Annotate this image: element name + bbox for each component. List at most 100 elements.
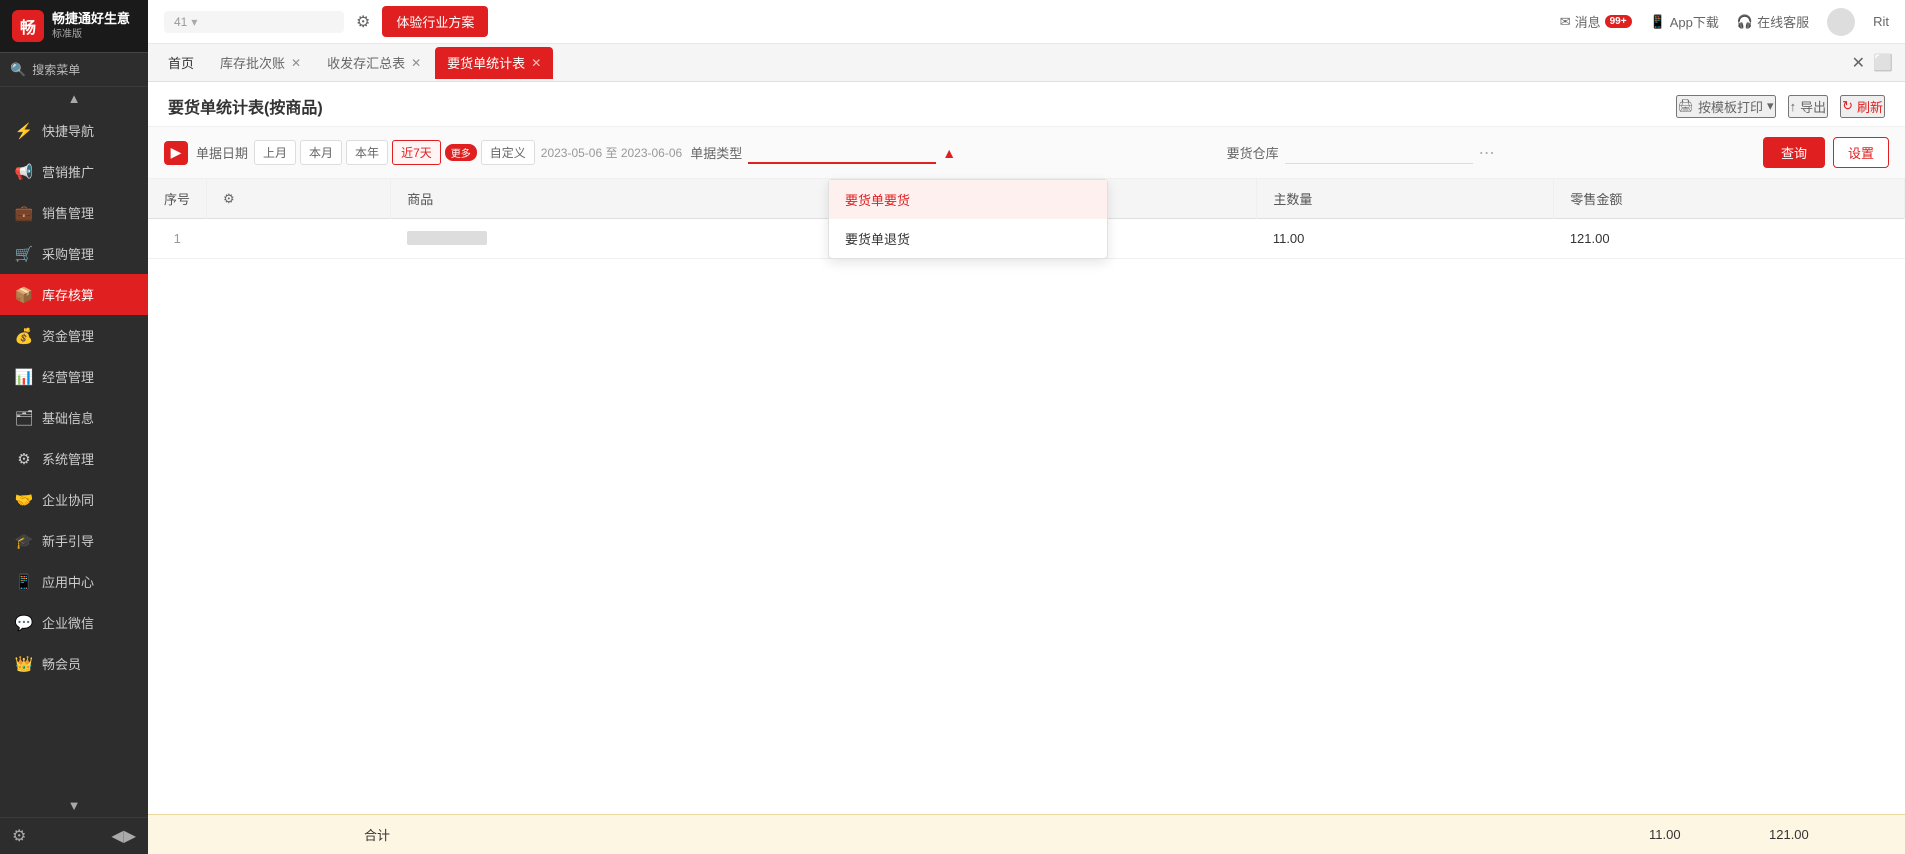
filter-expand-button[interactable]: ▶ xyxy=(164,141,188,165)
maximize-icon[interactable]: ⬜ xyxy=(1873,53,1893,73)
date-more-badge[interactable]: 更多 xyxy=(445,144,477,161)
top-bar-left: 41 ▾ ⚙ 体验行业方案 xyxy=(164,6,488,37)
filter-settings-button[interactable]: 设置 xyxy=(1833,137,1889,168)
date-btn-custom[interactable]: 自定义 xyxy=(481,140,535,165)
cell-gear xyxy=(207,219,391,259)
tab-home[interactable]: 首页 xyxy=(156,47,206,79)
logo-icon: 畅 xyxy=(12,10,44,42)
dropdown-item-order-goods[interactable]: 要货单要货 xyxy=(829,180,1107,219)
sidebar-scroll-down[interactable]: ▼ xyxy=(0,794,148,817)
system-icon: ⚙ xyxy=(14,450,34,468)
col-amount: 零售金额 xyxy=(1554,179,1905,219)
store-selector[interactable]: 41 ▾ xyxy=(164,11,344,33)
template-print-button[interactable]: 🖨 按模板打印 ▾ xyxy=(1676,95,1776,118)
sidebar-item-app-center[interactable]: 📱 应用中心 xyxy=(0,561,148,602)
sidebar-item-guide[interactable]: 🎓 新手引导 xyxy=(0,520,148,561)
sidebar-item-member[interactable]: 👑 畅会员 xyxy=(0,643,148,684)
tab-receivable-summary[interactable]: 收发存汇总表 ✕ xyxy=(315,47,433,79)
col-gear: ⚙ xyxy=(207,179,391,219)
date-btn-year[interactable]: 本年 xyxy=(346,140,388,165)
collapse-sidebar-icon[interactable]: ◀▶ xyxy=(111,826,136,846)
filter-bar: ▶ 单据日期 上月 本月 本年 近7天 更多 自定义 2023-05-06 至 … xyxy=(148,127,1905,179)
quick-nav-icon: ⚡ xyxy=(14,122,34,140)
headset-icon: 🎧 xyxy=(1737,14,1753,30)
refresh-button[interactable]: ↻ 刷新 xyxy=(1840,95,1885,118)
message-badge: 99+ xyxy=(1605,15,1632,28)
warehouse-filter-group: 要货仓库 ⋯ xyxy=(1227,142,1755,164)
basic-icon: 🗂 xyxy=(14,409,34,427)
total-label: 合计 xyxy=(364,825,390,844)
sidebar-scroll-up[interactable]: ▲ xyxy=(0,87,148,110)
tab-order-stats[interactable]: 要货单统计表 ✕ xyxy=(435,47,553,79)
search-icon: 🔍 xyxy=(10,62,26,78)
warehouse-filter-input[interactable] xyxy=(1285,142,1473,164)
sidebar-item-label: 新手引导 xyxy=(42,531,94,550)
app-center-icon: 📱 xyxy=(14,573,34,591)
search-menu[interactable]: 🔍 搜索菜单 xyxy=(0,53,148,87)
sidebar-item-enterprise[interactable]: 🤝 企业协同 xyxy=(0,479,148,520)
industry-plan-button[interactable]: 体验行业方案 xyxy=(382,6,488,37)
phone-icon: 📱 xyxy=(1650,14,1666,30)
app-download-action[interactable]: 📱 App下载 xyxy=(1650,12,1719,31)
col-product: 商品 xyxy=(391,179,853,219)
sidebar-item-wechat[interactable]: 💬 企业微信 xyxy=(0,602,148,643)
export-icon: ↑ xyxy=(1790,99,1797,114)
tab-close-receivable[interactable]: ✕ xyxy=(411,56,421,70)
sidebar-item-label: 经营管理 xyxy=(42,367,94,386)
purchase-icon: 🛒 xyxy=(14,245,34,263)
user-avatar[interactable] xyxy=(1827,8,1855,36)
tab-close-inventory-batch[interactable]: ✕ xyxy=(291,56,301,70)
table-footer: 合计 11.00 121.00 xyxy=(148,814,1905,854)
date-filter-group: 单据日期 上月 本月 本年 近7天 更多 自定义 2023-05-06 至 20… xyxy=(196,140,682,165)
sidebar-item-operation[interactable]: 📊 经营管理 xyxy=(0,356,148,397)
sidebar-item-inventory[interactable]: 📦 库存核算 xyxy=(0,274,148,315)
table-gear-icon[interactable]: ⚙ xyxy=(223,191,235,206)
type-filter-input[interactable] xyxy=(748,141,936,164)
online-service-action[interactable]: 🎧 在线客服 xyxy=(1737,12,1809,31)
tab-inventory-batch[interactable]: 库存批次账 ✕ xyxy=(208,47,313,79)
dropdown-item-order-return[interactable]: 要货单退货 xyxy=(829,219,1107,258)
enterprise-icon: 🤝 xyxy=(14,491,34,509)
tab-close-order-stats[interactable]: ✕ xyxy=(531,56,541,70)
export-button[interactable]: ↑ 导出 xyxy=(1788,95,1829,118)
sidebar-footer: ⚙ ◀▶ xyxy=(0,817,148,854)
page-header: 要货单统计表(按商品) 🖨 按模板打印 ▾ ↑ 导出 ↻ 刷新 xyxy=(148,82,1905,127)
sidebar-item-basic[interactable]: 🗂 基础信息 xyxy=(0,397,148,438)
marketing-icon: 📢 xyxy=(14,163,34,181)
sidebar-item-label: 库存核算 xyxy=(42,285,94,304)
table-area: 序号 ⚙ 商品 主计量单位 主数量 零售金额 1 xyxy=(148,179,1905,814)
query-button[interactable]: 查询 xyxy=(1763,137,1825,168)
sidebar-item-quick-nav[interactable]: ⚡ 快捷导航 xyxy=(0,110,148,151)
sidebar-item-label: 系统管理 xyxy=(42,449,94,468)
date-btn-week7[interactable]: 近7天 xyxy=(392,140,441,165)
sidebar-item-label: 快捷导航 xyxy=(42,121,94,140)
cell-qty: 11.00 xyxy=(1257,219,1554,259)
date-btn-month[interactable]: 本月 xyxy=(300,140,342,165)
cell-product xyxy=(391,219,853,259)
store-dropdown-icon: ▾ xyxy=(191,15,197,29)
settings-gear-icon[interactable]: ⚙ xyxy=(356,12,370,32)
close-all-tabs-icon[interactable]: ✕ xyxy=(1852,53,1865,73)
sidebar-item-marketing[interactable]: 📢 营销推广 xyxy=(0,151,148,192)
cell-seq: 1 xyxy=(148,219,207,259)
type-filter-arrow[interactable]: ▲ xyxy=(942,145,956,161)
sidebar-nav: ⚡ 快捷导航 📢 营销推广 💼 销售管理 🛒 采购管理 📦 库存核算 💰 资金管… xyxy=(0,110,148,794)
top-bar: 41 ▾ ⚙ 体验行业方案 ✉ 消息 99+ 📱 App下载 🎧 在线客服 Ri… xyxy=(148,0,1905,44)
sales-icon: 💼 xyxy=(14,204,34,222)
sidebar-item-system[interactable]: ⚙ 系统管理 xyxy=(0,438,148,479)
sidebar-item-finance[interactable]: 💰 资金管理 xyxy=(0,315,148,356)
col-seq: 序号 xyxy=(148,179,207,219)
sidebar-item-sales[interactable]: 💼 销售管理 xyxy=(0,192,148,233)
member-icon: 👑 xyxy=(14,655,34,673)
message-action[interactable]: ✉ 消息 99+ xyxy=(1560,12,1632,31)
tab-inventory-batch-label: 库存批次账 xyxy=(220,53,285,72)
print-icon: 🖨 xyxy=(1678,98,1695,114)
warehouse-more-icon[interactable]: ⋯ xyxy=(1479,143,1495,163)
date-buttons: 上月 本月 本年 近7天 更多 自定义 xyxy=(254,140,535,165)
sidebar: 畅 畅捷通好生意 标准版 🔍 搜索菜单 ▲ ⚡ 快捷导航 📢 营销推广 💼 销售… xyxy=(0,0,148,854)
settings-icon[interactable]: ⚙ xyxy=(12,826,26,846)
page-area: 要货单统计表(按商品) 🖨 按模板打印 ▾ ↑ 导出 ↻ 刷新 ▶ xyxy=(148,82,1905,854)
sidebar-item-label: 营销推广 xyxy=(42,162,94,181)
sidebar-item-purchase[interactable]: 🛒 采购管理 xyxy=(0,233,148,274)
date-btn-up[interactable]: 上月 xyxy=(254,140,296,165)
